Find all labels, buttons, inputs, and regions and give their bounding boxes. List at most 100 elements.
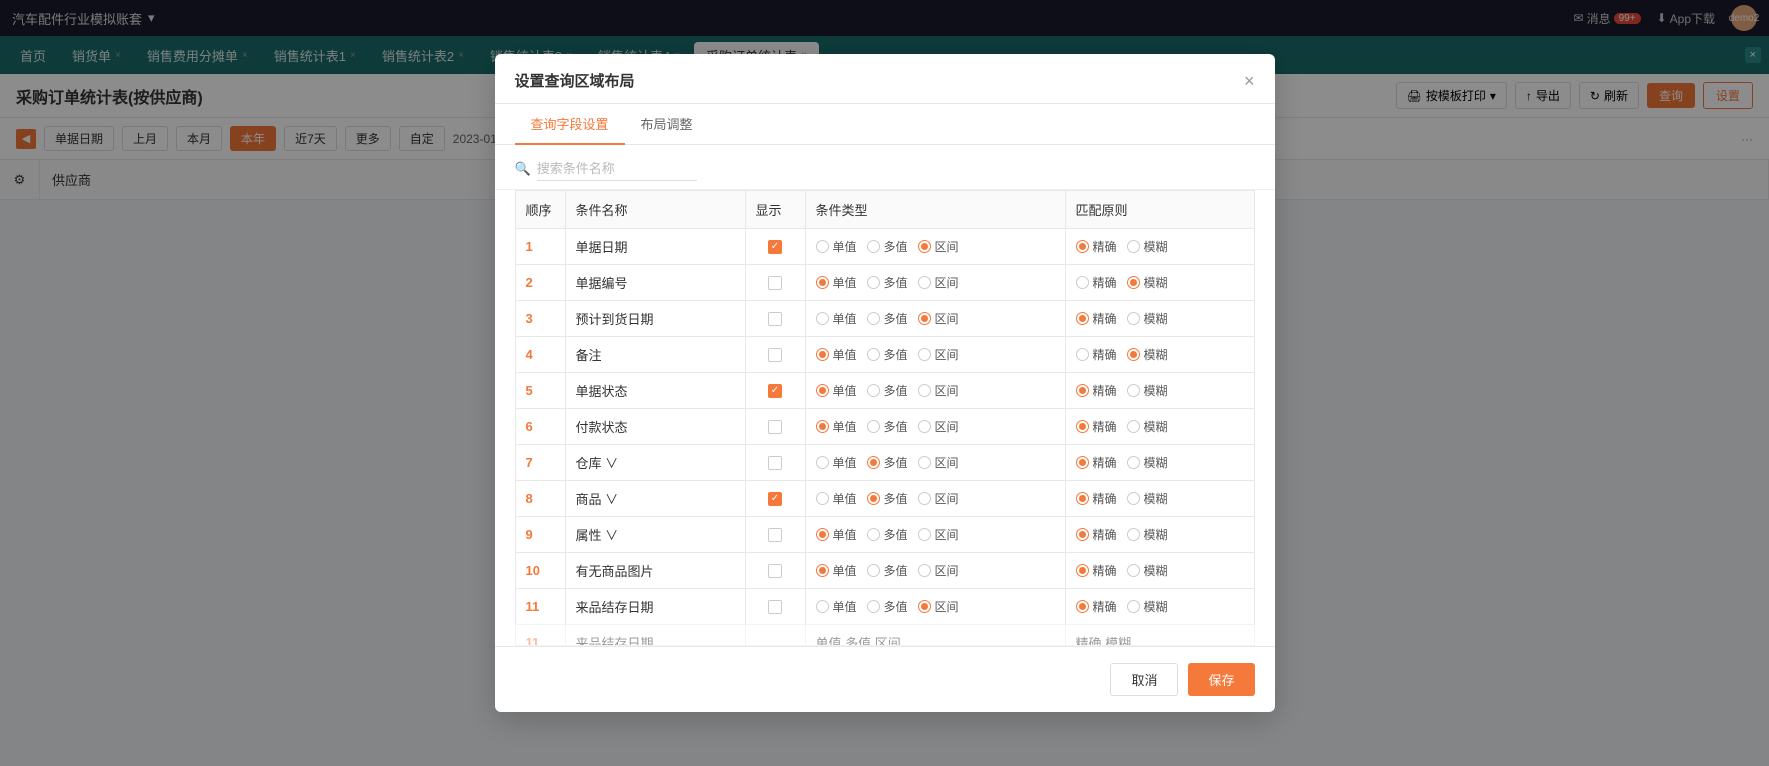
match-radio-模糊[interactable]: 模糊 — [1127, 274, 1168, 291]
match-radio-精确[interactable]: 精确 — [1076, 526, 1117, 543]
type-radio-单值[interactable]: 单值 — [816, 346, 857, 363]
cell-display[interactable] — [746, 589, 806, 624]
cell-display[interactable] — [746, 445, 806, 480]
type-radio-区间[interactable]: 区间 — [918, 346, 959, 363]
match-radio-模糊[interactable]: 模糊 — [1127, 346, 1168, 363]
cell-display[interactable] — [746, 517, 806, 552]
type-radio-多值[interactable]: 多值 — [867, 562, 908, 579]
dialog-close-button[interactable]: × — [1244, 72, 1255, 90]
match-radio-模糊[interactable]: 模糊 — [1127, 562, 1168, 579]
type-radio-单值[interactable]: 单值 — [816, 310, 857, 327]
type-radio-单值[interactable]: 单值 — [816, 562, 857, 579]
order-number: 1 — [526, 239, 533, 254]
type-radio-多值[interactable]: 多值 — [867, 274, 908, 291]
cell-name: 单据编号 — [566, 265, 746, 300]
save-button[interactable]: 保存 — [1188, 663, 1254, 696]
cell-display[interactable] — [746, 373, 806, 408]
type-radio-区间[interactable]: 区间 — [918, 238, 959, 255]
type-radio-区间[interactable]: 区间 — [918, 382, 959, 399]
display-checkbox[interactable] — [768, 564, 782, 578]
partial-cell: 精确 模糊 — [1066, 625, 1255, 646]
cell-display[interactable] — [746, 229, 806, 264]
match-radio-模糊[interactable]: 模糊 — [1127, 526, 1168, 543]
match-radio-模糊[interactable]: 模糊 — [1127, 418, 1168, 435]
type-radio-区间[interactable]: 区间 — [918, 490, 959, 507]
type-radio-多值[interactable]: 多值 — [867, 454, 908, 471]
display-checkbox[interactable] — [768, 492, 782, 506]
display-checkbox[interactable] — [768, 528, 782, 542]
type-radio-区间[interactable]: 区间 — [918, 454, 959, 471]
display-checkbox[interactable] — [768, 348, 782, 362]
match-radio-精确[interactable]: 精确 — [1076, 598, 1117, 615]
type-radio-单值[interactable]: 单值 — [816, 382, 857, 399]
match-radio-模糊[interactable]: 模糊 — [1127, 454, 1168, 471]
display-checkbox[interactable] — [768, 240, 782, 254]
display-checkbox[interactable] — [768, 312, 782, 326]
radio-dot — [816, 528, 829, 541]
type-radio-单值[interactable]: 单值 — [816, 598, 857, 615]
match-radio-精确[interactable]: 精确 — [1076, 238, 1117, 255]
type-radio-区间[interactable]: 区间 — [918, 418, 959, 435]
display-checkbox[interactable] — [768, 456, 782, 470]
match-radio-精确[interactable]: 精确 — [1076, 346, 1117, 363]
type-radio-区间[interactable]: 区间 — [918, 598, 959, 615]
type-radio-单值[interactable]: 单值 — [816, 526, 857, 543]
th-name: 条件名称 — [566, 191, 746, 228]
cell-order: 11 — [516, 589, 566, 624]
tab-query-fields[interactable]: 查询字段设置 — [515, 104, 625, 145]
type-radio-单值[interactable]: 单值 — [816, 454, 857, 471]
radio-dot — [1127, 456, 1140, 469]
match-radio-模糊[interactable]: 模糊 — [1127, 598, 1168, 615]
type-radio-单值[interactable]: 单值 — [816, 490, 857, 507]
match-radio-精确[interactable]: 精确 — [1076, 562, 1117, 579]
radio-dot — [1076, 312, 1089, 325]
radio-dot — [918, 384, 931, 397]
type-radio-多值[interactable]: 多值 — [867, 598, 908, 615]
type-radio-单值[interactable]: 单值 — [816, 418, 857, 435]
display-checkbox[interactable] — [768, 384, 782, 398]
radio-dot — [1127, 420, 1140, 433]
type-radio-区间[interactable]: 区间 — [918, 526, 959, 543]
type-radio-多值[interactable]: 多值 — [867, 238, 908, 255]
radio-dot — [1127, 564, 1140, 577]
match-radio-精确[interactable]: 精确 — [1076, 418, 1117, 435]
dt-header-wrap: 顺序 条件名称 显示 条件类型 匹配原则 — [495, 190, 1275, 228]
match-radio-精确[interactable]: 精确 — [1076, 490, 1117, 507]
match-radio-模糊[interactable]: 模糊 — [1127, 382, 1168, 399]
match-radio-模糊[interactable]: 模糊 — [1127, 238, 1168, 255]
display-checkbox[interactable] — [768, 276, 782, 290]
table-row: 2单据编号单值多值区间精确模糊 — [515, 264, 1255, 300]
cell-display[interactable] — [746, 409, 806, 444]
match-radio-精确[interactable]: 精确 — [1076, 310, 1117, 327]
type-radio-多值[interactable]: 多值 — [867, 490, 908, 507]
type-radio-多值[interactable]: 多值 — [867, 382, 908, 399]
match-radio-精确[interactable]: 精确 — [1076, 274, 1117, 291]
cancel-button[interactable]: 取消 — [1110, 663, 1178, 696]
cell-display[interactable] — [746, 337, 806, 372]
radio-dot — [816, 600, 829, 613]
cell-display[interactable] — [746, 481, 806, 516]
type-radio-区间[interactable]: 区间 — [918, 562, 959, 579]
search-input[interactable] — [537, 157, 697, 181]
match-radio-精确[interactable]: 精确 — [1076, 454, 1117, 471]
cell-name: 来品结存日期 — [566, 589, 746, 624]
type-radio-多值[interactable]: 多值 — [867, 310, 908, 327]
type-radio-区间[interactable]: 区间 — [918, 310, 959, 327]
type-radio-单值[interactable]: 单值 — [816, 238, 857, 255]
tab-layout[interactable]: 布局调整 — [625, 104, 709, 145]
cell-display[interactable] — [746, 301, 806, 336]
display-checkbox[interactable] — [768, 420, 782, 434]
radio-dot — [1076, 384, 1089, 397]
cell-name: 仓库 ∨ — [566, 445, 746, 480]
type-radio-单值[interactable]: 单值 — [816, 274, 857, 291]
match-radio-精确[interactable]: 精确 — [1076, 382, 1117, 399]
match-radio-模糊[interactable]: 模糊 — [1127, 310, 1168, 327]
type-radio-多值[interactable]: 多值 — [867, 526, 908, 543]
type-radio-多值[interactable]: 多值 — [867, 418, 908, 435]
type-radio-多值[interactable]: 多值 — [867, 346, 908, 363]
display-checkbox[interactable] — [768, 600, 782, 614]
cell-display[interactable] — [746, 265, 806, 300]
type-radio-区间[interactable]: 区间 — [918, 274, 959, 291]
match-radio-模糊[interactable]: 模糊 — [1127, 490, 1168, 507]
cell-display[interactable] — [746, 553, 806, 588]
